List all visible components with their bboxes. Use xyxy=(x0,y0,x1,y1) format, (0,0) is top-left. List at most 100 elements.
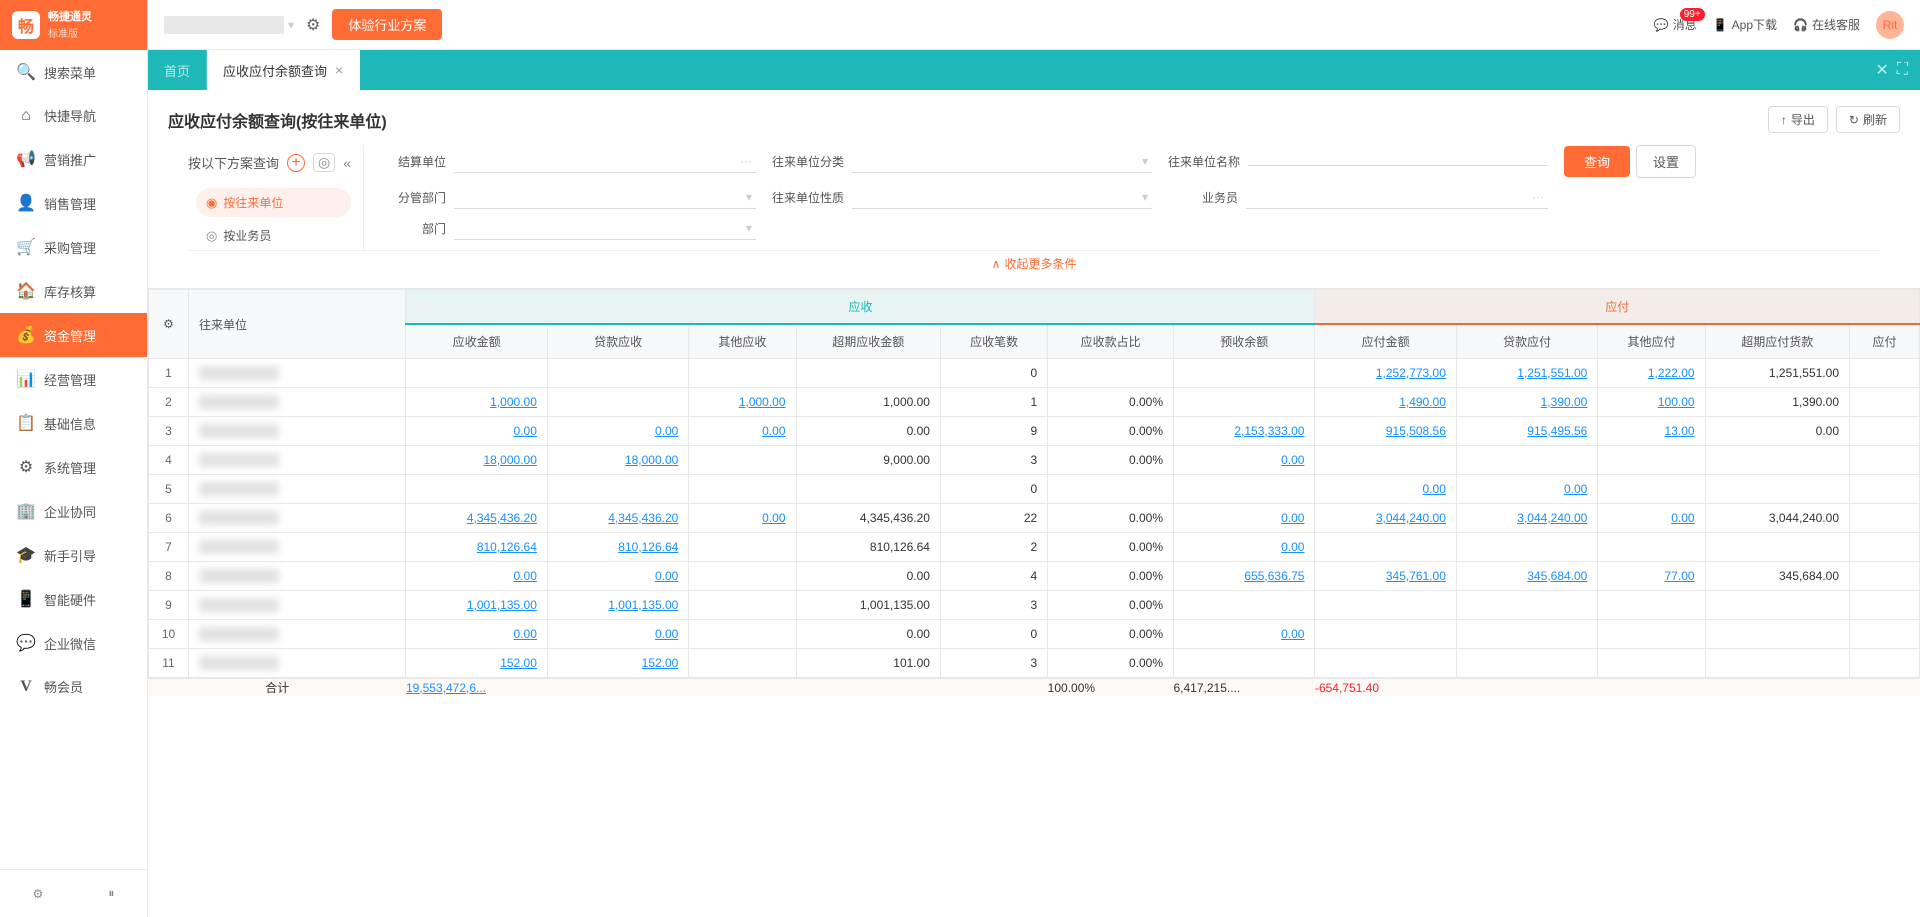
sidebar-item-system[interactable]: ⚙ 系统管理 xyxy=(0,445,147,489)
sidebar-item-guide[interactable]: 🎓 新手引导 xyxy=(0,533,147,577)
sidebar-item-inventory[interactable]: 🏠 库存核算 xyxy=(0,269,147,313)
salesperson-more-icon[interactable]: ··· xyxy=(1532,190,1544,204)
sidebar-item-purchase[interactable]: 🛒 采购管理 xyxy=(0,225,147,269)
row-ap-loan: 0.00 xyxy=(1456,475,1597,504)
filter-settlement-unit: 结算单位 ··· xyxy=(376,150,756,173)
settlement-more-icon[interactable]: ··· xyxy=(740,154,752,168)
wechat-icon: 💬 xyxy=(16,633,36,653)
filter-salesperson-icon: ◎ xyxy=(206,228,217,244)
row-no: 1 xyxy=(149,359,189,388)
export-button[interactable]: ↑ 导出 xyxy=(1768,106,1828,133)
header-gear-icon[interactable]: ⚙ xyxy=(306,15,320,35)
row-no: 7 xyxy=(149,533,189,562)
filter-target-btn[interactable]: ◎ xyxy=(313,153,335,172)
col-settings-icon[interactable]: ⚙ xyxy=(149,290,189,359)
filter-option-salesperson[interactable]: ◎ 按业务员 xyxy=(196,221,351,250)
row-ar xyxy=(406,359,547,388)
row-prepay xyxy=(1174,649,1315,679)
row-ap-overdue: 0.00 xyxy=(1705,417,1849,446)
dept-input[interactable]: ▾ xyxy=(454,217,756,240)
table-row: 11 152.00 152.00 101.00 3 0.00% xyxy=(149,649,1920,679)
sidebar-item-hardware[interactable]: 📱 智能硬件 xyxy=(0,577,147,621)
dept-manager-input[interactable]: ▾ xyxy=(454,186,756,209)
row-ar-ratio: 0.00% xyxy=(1048,591,1174,620)
row-partner-name xyxy=(189,417,406,446)
row-ap-loan: 1,390.00 xyxy=(1456,388,1597,417)
tab-home[interactable]: 首页 xyxy=(148,50,207,90)
row-prepay xyxy=(1174,359,1315,388)
row-ar-other xyxy=(689,562,796,591)
sidebar-item-wechat[interactable]: 💬 企业微信 xyxy=(0,621,147,665)
online-service-btn[interactable]: 🎧 在线客服 xyxy=(1793,16,1860,33)
row-ap-other xyxy=(1598,620,1705,649)
table-row: 10 0.00 0.00 0.00 0 0.00% 0.00 xyxy=(149,620,1920,649)
refresh-button[interactable]: ↻ 刷新 xyxy=(1836,106,1900,133)
filter-partner-icon: ◉ xyxy=(206,195,217,211)
table-row: 6 4,345,436.20 4,345,436.20 0.00 4,345,4… xyxy=(149,504,1920,533)
sidebar-settings-btn[interactable]: ⚙ xyxy=(21,879,56,909)
tab-ar-query[interactable]: 应收应付余额查询 × xyxy=(207,50,360,90)
row-ar-ratio: 0.00% xyxy=(1048,649,1174,679)
filter-area: 按以下方案查询 + ◎ « ◉ 按往来单位 ◎ 按业务员 xyxy=(168,145,1900,288)
row-no: 6 xyxy=(149,504,189,533)
inventory-icon: 🏠 xyxy=(16,281,36,301)
solution-button[interactable]: 体验行业方案 xyxy=(332,9,442,40)
footer-ar-total: 19,553,472,6... xyxy=(406,678,547,696)
salesperson-input[interactable]: ··· xyxy=(1246,186,1548,209)
table-row: 8 0.00 0.00 0.00 4 0.00% 655,636.75 345,… xyxy=(149,562,1920,591)
row-ap xyxy=(1315,446,1456,475)
expand-icon[interactable]: ⛶ xyxy=(1897,61,1908,79)
row-ar-overdue: 810,126.64 xyxy=(796,533,940,562)
settings-button[interactable]: 设置 xyxy=(1636,145,1696,178)
app-download-btn[interactable]: 📱 App下载 xyxy=(1713,16,1777,33)
sidebar-item-marketing[interactable]: 📢 营销推广 xyxy=(0,137,147,181)
sidebar-item-member[interactable]: V 畅会员 xyxy=(0,665,147,708)
footer-ap-other xyxy=(1598,678,1705,696)
footer-ar-overdue xyxy=(796,678,940,696)
collapse-more-btn[interactable]: ∧ 收起更多条件 xyxy=(188,250,1880,276)
row-ar-ratio xyxy=(1048,359,1174,388)
sidebar-item-sales[interactable]: 👤 销售管理 xyxy=(0,181,147,225)
col-ap-extra: 应付 xyxy=(1850,324,1920,359)
col-ar-amount: 应收金额 xyxy=(406,324,547,359)
message-btn[interactable]: 💬 消息 99+ xyxy=(1654,16,1697,33)
row-ap-overdue xyxy=(1705,620,1849,649)
sidebar-item-quick[interactable]: ⌂ 快捷导航 xyxy=(0,94,147,137)
settlement-unit-input[interactable]: ··· xyxy=(454,150,756,173)
row-no: 4 xyxy=(149,446,189,475)
sidebar-item-search[interactable]: 🔍 搜索菜单 xyxy=(0,50,147,94)
row-ar-loan: 0.00 xyxy=(547,417,688,446)
tab-close-icon[interactable]: × xyxy=(335,62,343,78)
row-ar-count: 22 xyxy=(940,504,1047,533)
row-prepay xyxy=(1174,388,1315,417)
user-menu[interactable]: Rit xyxy=(1876,11,1904,39)
sidebar-item-finance[interactable]: 💰 资金管理 xyxy=(0,313,147,357)
filter-option-partner[interactable]: ◉ 按往来单位 xyxy=(196,188,351,217)
row-prepay xyxy=(1174,475,1315,504)
row-partner-name xyxy=(189,475,406,504)
sidebar-collapse-btn[interactable]: ⏸ xyxy=(96,878,126,909)
row-ap xyxy=(1315,591,1456,620)
row-ar-count: 3 xyxy=(940,591,1047,620)
row-ar-other: 1,000.00 xyxy=(689,388,796,417)
filter-add-btn[interactable]: + xyxy=(287,154,305,172)
partner-name-input[interactable] xyxy=(1248,157,1548,166)
service-icon: 🎧 xyxy=(1793,18,1808,32)
partner-nature-input[interactable]: ▾ xyxy=(852,186,1152,209)
col-group-ar: 应收 xyxy=(406,290,1315,325)
guide-icon: 🎓 xyxy=(16,545,36,565)
col-ar-overdue: 超期应收金额 xyxy=(796,324,940,359)
query-button[interactable]: 查询 xyxy=(1564,146,1630,177)
close-window-icon[interactable]: ✕ xyxy=(1875,60,1888,80)
filter-collapse-btn[interactable]: « xyxy=(343,155,351,171)
sidebar-item-operation[interactable]: 📊 经营管理 xyxy=(0,357,147,401)
service-label: 在线客服 xyxy=(1812,16,1860,33)
row-ar-other xyxy=(689,359,796,388)
finance-icon: 💰 xyxy=(16,325,36,345)
row-no: 10 xyxy=(149,620,189,649)
sidebar-item-corp[interactable]: 🏢 企业协同 xyxy=(0,489,147,533)
partner-category-input[interactable]: ▾ xyxy=(852,150,1152,173)
row-ap-overdue: 345,684.00 xyxy=(1705,562,1849,591)
row-ap-loan xyxy=(1456,533,1597,562)
sidebar-item-basic[interactable]: 📋 基础信息 xyxy=(0,401,147,445)
